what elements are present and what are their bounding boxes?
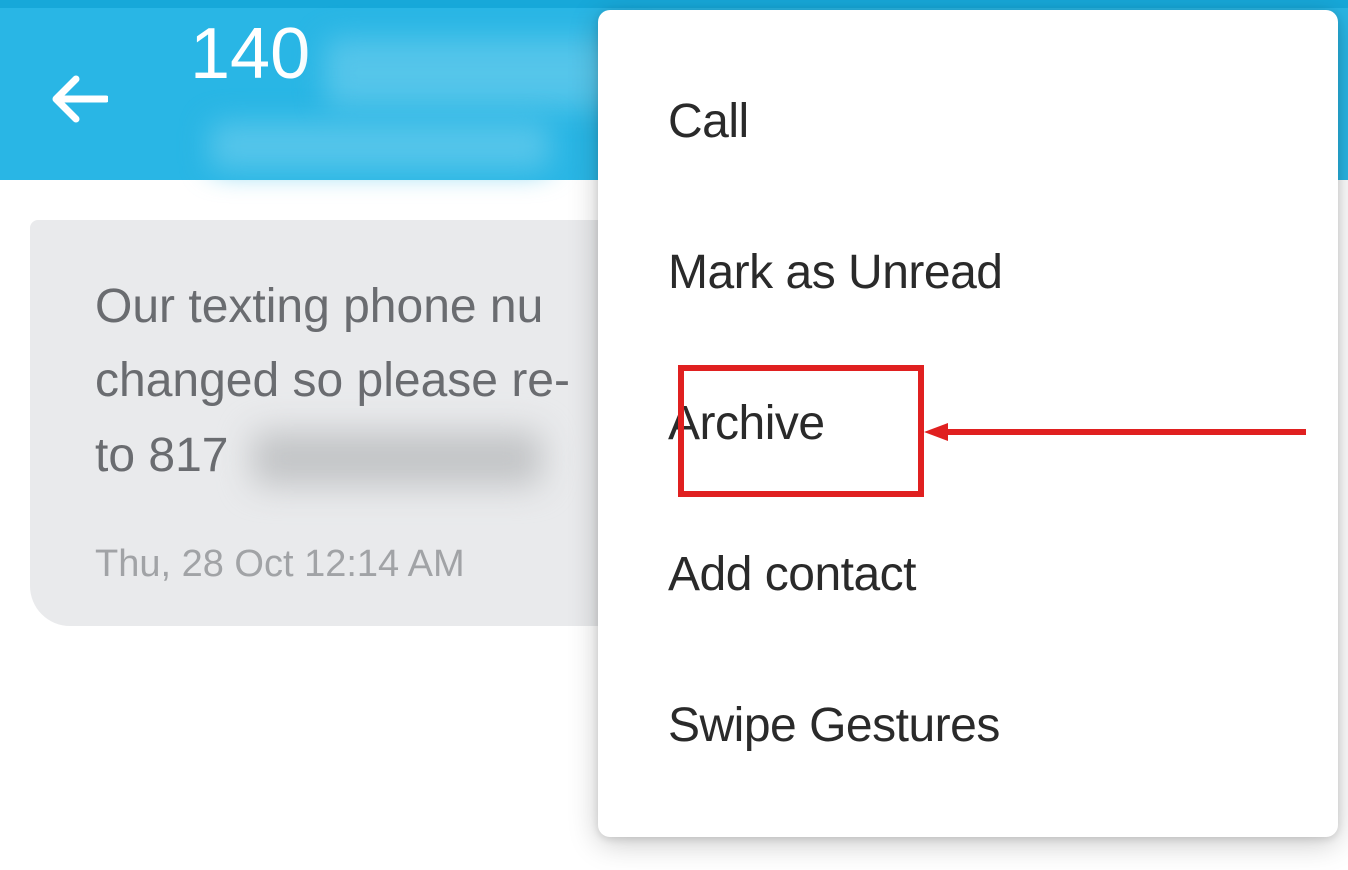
header-title-area: 140 — [190, 18, 645, 171]
menu-item-archive[interactable]: Archive — [598, 348, 1338, 499]
back-button[interactable] — [50, 69, 110, 129]
message-redacted-number — [252, 431, 542, 486]
arrow-left-icon — [52, 75, 108, 123]
context-menu: Call Mark as Unread Archive Add contact … — [598, 10, 1338, 837]
menu-item-add-contact[interactable]: Add contact — [598, 499, 1338, 650]
header-redacted-text — [325, 38, 645, 108]
menu-item-mark-unread[interactable]: Mark as Unread — [598, 197, 1338, 348]
message-line-3-prefix: to 817 — [95, 429, 228, 482]
menu-item-call[interactable]: Call — [598, 46, 1338, 197]
message-line-1: Our texting phone nu — [95, 280, 543, 333]
message-line-2: changed so please re- — [95, 354, 570, 407]
menu-item-swipe-gestures[interactable]: Swipe Gestures — [598, 650, 1338, 801]
header-title-number: 140 — [190, 14, 310, 94]
header-redacted-subtitle — [210, 122, 550, 170]
